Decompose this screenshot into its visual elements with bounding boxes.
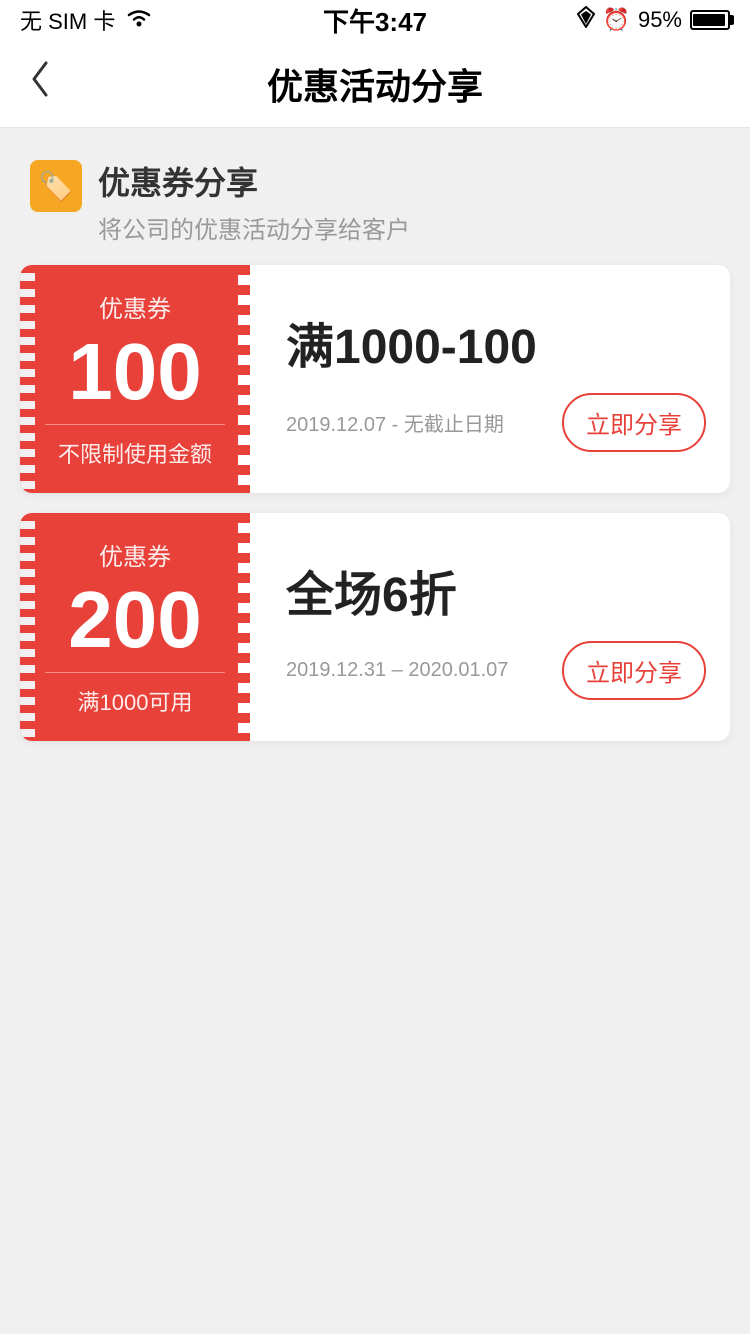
- coupon-title-2: 全场6折: [286, 555, 706, 625]
- coupon-left-1: 优惠券 100 不限制使用金额: [20, 265, 250, 493]
- location-icon: [577, 6, 595, 34]
- coupon-date-1: 2019.12.07 - 无截止日期: [286, 408, 554, 437]
- page-title: 优惠活动分享: [267, 58, 483, 110]
- status-left: 无 SIM 卡: [20, 4, 153, 36]
- coupon-card-1: 优惠券 100 不限制使用金额 满1000-100 2019.12.07 - 无…: [20, 265, 730, 493]
- coupon-bottom-row-1: 2019.12.07 - 无截止日期 立即分享: [286, 393, 706, 452]
- coupon-title-1: 满1000-100: [286, 307, 706, 377]
- section-subtitle: 将公司的优惠活动分享给客户: [98, 210, 410, 245]
- status-time: 下午3:47: [323, 2, 427, 39]
- section-header: 🏷️ 优惠券分享 将公司的优惠活动分享给客户: [0, 128, 750, 265]
- battery-text: 95%: [638, 7, 682, 33]
- coupon-label-2: 优惠券: [99, 537, 171, 572]
- back-button[interactable]: [28, 59, 52, 108]
- coupon-label-1: 优惠券: [99, 289, 171, 324]
- status-right: ⏰ 95%: [577, 6, 730, 34]
- status-bar: 无 SIM 卡 下午3:47 ⏰ 95%: [0, 0, 750, 40]
- wifi-icon: [125, 6, 153, 34]
- coupon-list: 优惠券 100 不限制使用金额 满1000-100 2019.12.07 - 无…: [0, 265, 750, 741]
- coupon-divider-2: [45, 672, 225, 673]
- alarm-icon: ⏰: [603, 7, 630, 33]
- coupon-condition-1: 不限制使用金额: [58, 437, 212, 469]
- carrier-text: 无 SIM 卡: [20, 4, 115, 36]
- coupon-bottom-row-2: 2019.12.31 – 2020.01.07 立即分享: [286, 641, 706, 700]
- back-icon: [28, 59, 52, 108]
- coupon-left-2: 优惠券 200 满1000可用: [20, 513, 250, 741]
- section-title: 优惠券分享: [98, 158, 410, 204]
- coupon-right-2: 全场6折 2019.12.31 – 2020.01.07 立即分享: [250, 513, 730, 741]
- coupon-amount-1: 100: [68, 332, 201, 412]
- section-icon: 🏷️: [30, 160, 82, 212]
- coupon-right-1: 满1000-100 2019.12.07 - 无截止日期 立即分享: [250, 265, 730, 493]
- section-text-group: 优惠券分享 将公司的优惠活动分享给客户: [98, 158, 410, 245]
- coupon-date-2: 2019.12.31 – 2020.01.07: [286, 659, 554, 682]
- nav-bar: 优惠活动分享: [0, 40, 750, 128]
- battery-icon: [690, 10, 730, 30]
- coupon-divider-1: [45, 424, 225, 425]
- empty-area: [0, 741, 750, 1241]
- share-button-2[interactable]: 立即分享: [562, 641, 706, 700]
- coupon-card-2: 优惠券 200 满1000可用 全场6折 2019.12.31 – 2020.0…: [20, 513, 730, 741]
- coupon-amount-2: 200: [68, 580, 201, 660]
- coupon-icon: 🏷️: [39, 170, 74, 203]
- coupon-condition-2: 满1000可用: [78, 685, 193, 717]
- share-button-1[interactable]: 立即分享: [562, 393, 706, 452]
